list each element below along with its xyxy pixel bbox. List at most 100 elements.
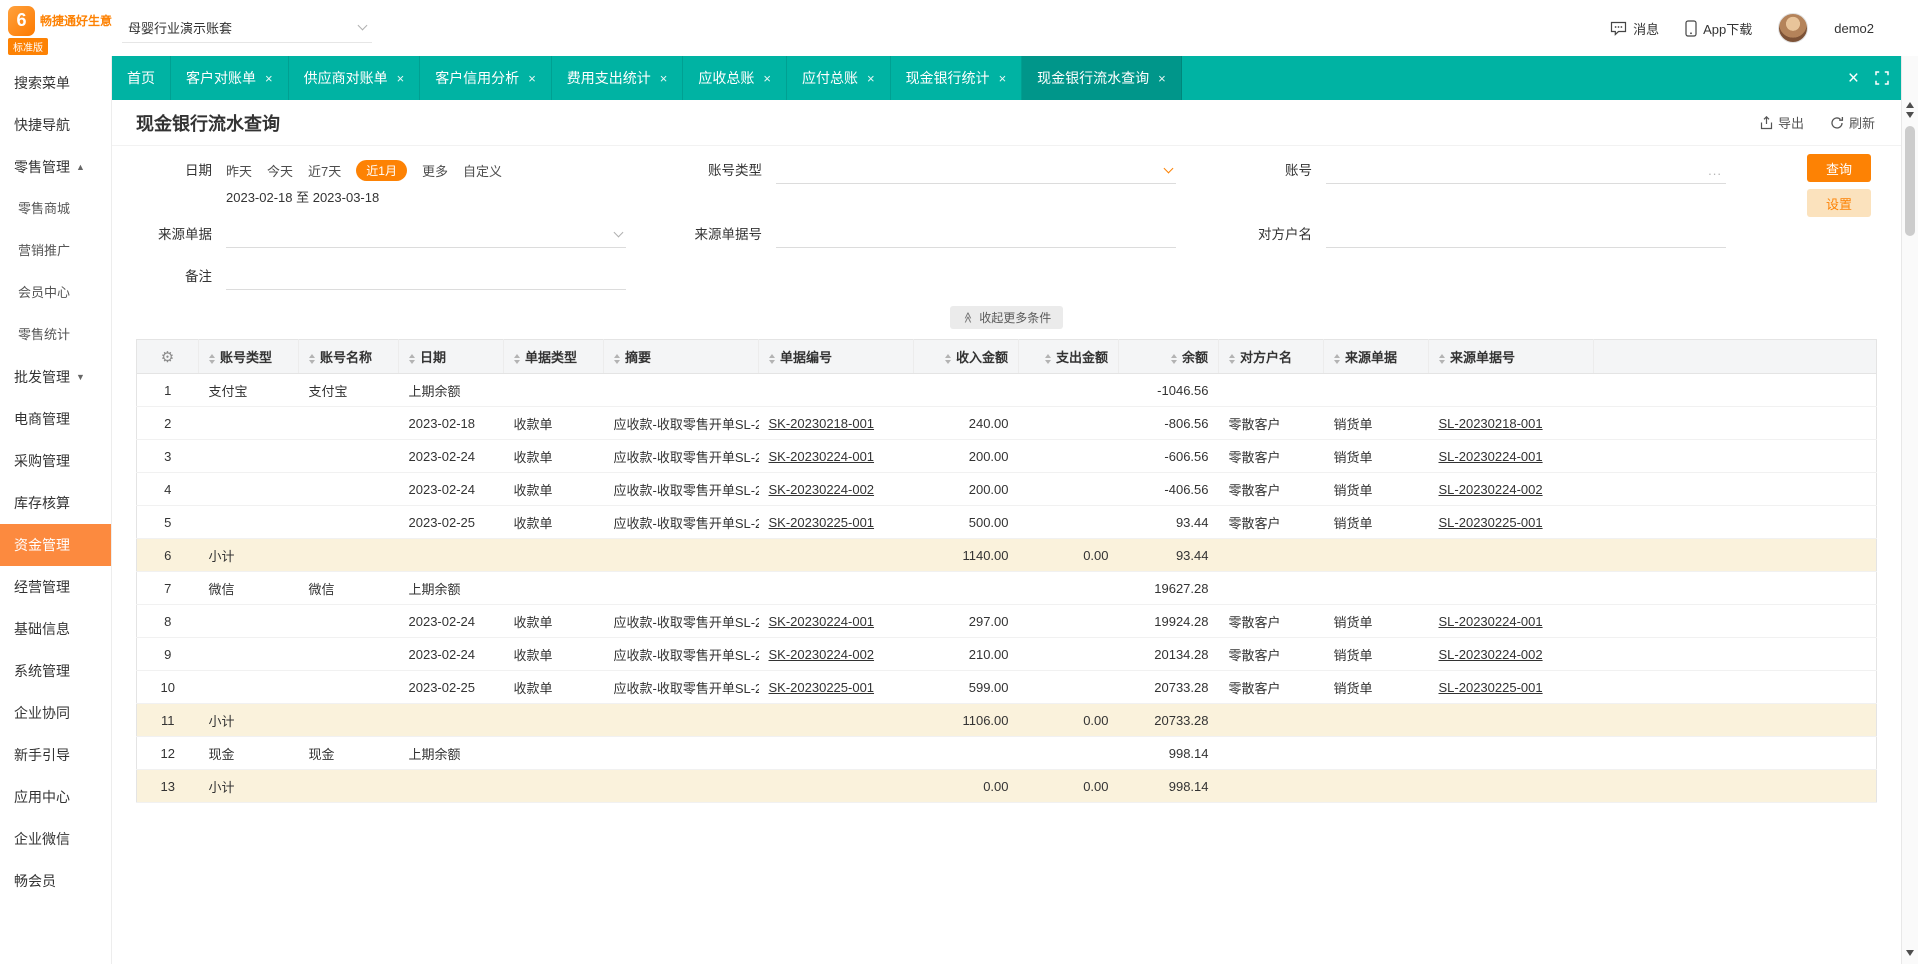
remark-input[interactable] — [226, 264, 626, 290]
table-row[interactable]: 5 2023-02-25 收款单 应收款-收取零售开单SL-2 SK-20230225-… — [136, 505, 1877, 539]
sidebar-item[interactable]: 库存核算 — [0, 482, 111, 524]
app-logo[interactable]: 6 畅捷通好生意 标准版 — [0, 2, 112, 55]
sidebar-item[interactable]: 批发管理 ▼ — [0, 356, 111, 398]
sort-icon[interactable] — [209, 353, 215, 364]
fullscreen-icon[interactable] — [1875, 71, 1889, 85]
export-button[interactable]: 导出 — [1760, 113, 1804, 132]
sidebar-item[interactable]: 会员中心 — [0, 272, 111, 314]
date-quick-option[interactable]: 更多 — [422, 161, 448, 180]
sort-icon[interactable] — [409, 353, 415, 364]
sidebar-item[interactable]: 零售统计 — [0, 314, 111, 356]
tab[interactable]: 首页 × — [112, 56, 171, 100]
table-row[interactable]: 3 2023-02-24 收款单 应收款-收取零售开单SL-2 SK-20230224-… — [136, 439, 1877, 473]
sidebar-item[interactable]: 畅会员 — [0, 860, 111, 902]
table-row[interactable]: 2 2023-02-18 收款单 应收款-收取零售开单SL-2 SK-20230218-… — [136, 406, 1877, 440]
column-header-balance[interactable]: 余额 — [1118, 339, 1219, 374]
sidebar-item[interactable]: 采购管理 — [0, 440, 111, 482]
counterparty-input[interactable] — [1326, 222, 1726, 248]
account-input[interactable]: ... — [1326, 158, 1726, 184]
date-range-value[interactable]: 2023-02-18 至 2023-03-18 — [226, 187, 626, 206]
cell-doc_no[interactable]: SK-20230224-001 — [758, 439, 914, 473]
scroll-up-arrow-icon[interactable] — [1906, 102, 1914, 108]
more-ellipsis-icon[interactable]: ... — [1708, 163, 1722, 178]
tab-close-icon[interactable]: × — [999, 72, 1007, 85]
column-header-doc_no[interactable]: 单据编号 — [758, 339, 914, 374]
scroll-down-arrow-small-icon[interactable] — [1906, 112, 1914, 118]
source-doc-select[interactable] — [226, 222, 626, 248]
workspace-select[interactable]: 母婴行业演示账套 — [122, 13, 372, 43]
sidebar-item[interactable]: 企业协同 — [0, 692, 111, 734]
doc-no-link[interactable]: SK-20230224-001 — [769, 614, 875, 629]
doc-no-link[interactable]: SK-20230224-002 — [769, 482, 875, 497]
cell-doc_no[interactable]: SK-20230225-001 — [758, 670, 914, 704]
account-type-select[interactable] — [776, 158, 1176, 184]
table-row-subtotal[interactable]: 6 小计 1140.00 0.00 93.44 — [136, 538, 1877, 572]
sort-icon[interactable] — [309, 353, 315, 364]
source-no-link[interactable]: SL-20230224-001 — [1439, 449, 1543, 464]
date-quick-option[interactable]: 自定义 — [463, 161, 502, 180]
table-row[interactable]: 10 2023-02-25 收款单 应收款-收取零售开单SL-2 SK-20230225… — [136, 670, 1877, 704]
doc-no-link[interactable]: SK-20230218-001 — [769, 416, 875, 431]
source-no-link[interactable]: SL-20230218-001 — [1439, 416, 1543, 431]
column-header-doc_type[interactable]: 单据类型 — [503, 339, 604, 374]
tab[interactable]: 费用支出统计 × — [552, 56, 684, 100]
table-row-subtotal[interactable]: 13 小计 0.00 0.00 998.14 — [136, 769, 1877, 803]
table-row[interactable]: 8 2023-02-24 收款单 应收款-收取零售开单SL-2 SK-20230224-… — [136, 604, 1877, 638]
source-no-link[interactable]: SL-20230225-001 — [1439, 515, 1543, 530]
sidebar-item[interactable]: 零售商城 — [0, 188, 111, 230]
cell-doc_no[interactable]: SK-20230225-001 — [758, 505, 914, 539]
sort-icon[interactable] — [1170, 353, 1177, 364]
sort-icon[interactable] — [1229, 353, 1235, 364]
column-header-account_name[interactable]: 账号名称 — [298, 339, 399, 374]
sidebar-item[interactable]: 系统管理 — [0, 650, 111, 692]
table-row[interactable]: 1 支付宝 支付宝 上期余额 -1046.56 — [136, 373, 1877, 407]
tab-close-icon[interactable]: × — [528, 72, 536, 85]
cell-source_no[interactable]: SL-20230224-002 — [1428, 472, 1594, 506]
doc-no-link[interactable]: SK-20230224-001 — [769, 449, 875, 464]
sort-icon[interactable] — [1439, 353, 1445, 364]
date-quick-option[interactable]: 今天 — [267, 161, 293, 180]
messages-button[interactable]: 消息 — [1610, 19, 1659, 38]
table-row[interactable]: 12 现金 现金 上期余额 998.14 — [136, 736, 1877, 770]
tab-close-icon[interactable]: × — [1158, 72, 1166, 85]
tab-close-icon[interactable]: × — [265, 72, 273, 85]
tab[interactable]: 供应商对账单 × — [289, 56, 421, 100]
collapse-conditions-button[interactable]: ≪ 收起更多条件 — [949, 306, 1064, 329]
sort-icon[interactable] — [1334, 353, 1340, 364]
sidebar-item[interactable]: 企业微信 — [0, 818, 111, 860]
sidebar-item[interactable]: 搜索菜单 — [0, 62, 111, 104]
column-settings-header[interactable]: ⚙ — [136, 339, 199, 374]
sidebar-item[interactable]: 资金管理 — [0, 524, 111, 566]
query-button[interactable]: 查询 — [1807, 154, 1871, 182]
cell-source_no[interactable]: SL-20230224-001 — [1428, 439, 1594, 473]
cell-doc_no[interactable]: SK-20230224-002 — [758, 637, 914, 671]
refresh-button[interactable]: 刷新 — [1830, 113, 1875, 132]
column-header-date[interactable]: 日期 — [398, 339, 504, 374]
settings-button[interactable]: 设置 — [1807, 189, 1871, 217]
sort-icon[interactable] — [614, 353, 620, 364]
sidebar-item[interactable]: 快捷导航 — [0, 104, 111, 146]
cell-doc_no[interactable]: SK-20230224-002 — [758, 472, 914, 506]
source-no-link[interactable]: SL-20230225-001 — [1439, 680, 1543, 695]
column-header-source_no[interactable]: 来源单据号 — [1428, 339, 1594, 374]
close-tabs-icon[interactable]: × — [1848, 69, 1859, 88]
column-header-summary[interactable]: 摘要 — [603, 339, 759, 374]
sidebar-item[interactable]: 电商管理 — [0, 398, 111, 440]
scroll-down-arrow-icon[interactable] — [1906, 950, 1914, 956]
sidebar-item[interactable]: 零售管理 ▲ — [0, 146, 111, 188]
vertical-scrollbar[interactable] — [1901, 56, 1918, 964]
column-header-source_doc[interactable]: 来源单据 — [1323, 339, 1429, 374]
date-quick-option[interactable]: 近1月 — [356, 159, 407, 181]
source-no-input[interactable] — [776, 222, 1176, 248]
column-header-account_type[interactable]: 账号类型 — [198, 339, 299, 374]
sidebar-item[interactable]: 基础信息 — [0, 608, 111, 650]
tab-close-icon[interactable]: × — [660, 72, 668, 85]
tab[interactable]: 客户信用分析 × — [420, 56, 552, 100]
sort-icon[interactable] — [514, 353, 520, 364]
tab-close-icon[interactable]: × — [763, 72, 771, 85]
tab[interactable]: 客户对账单 × — [171, 56, 289, 100]
cell-source_no[interactable]: SL-20230218-001 — [1428, 406, 1594, 440]
column-header-counterparty[interactable]: 对方户名 — [1218, 339, 1324, 374]
cell-doc_no[interactable]: SK-20230218-001 — [758, 406, 914, 440]
source-no-link[interactable]: SL-20230224-001 — [1439, 614, 1543, 629]
